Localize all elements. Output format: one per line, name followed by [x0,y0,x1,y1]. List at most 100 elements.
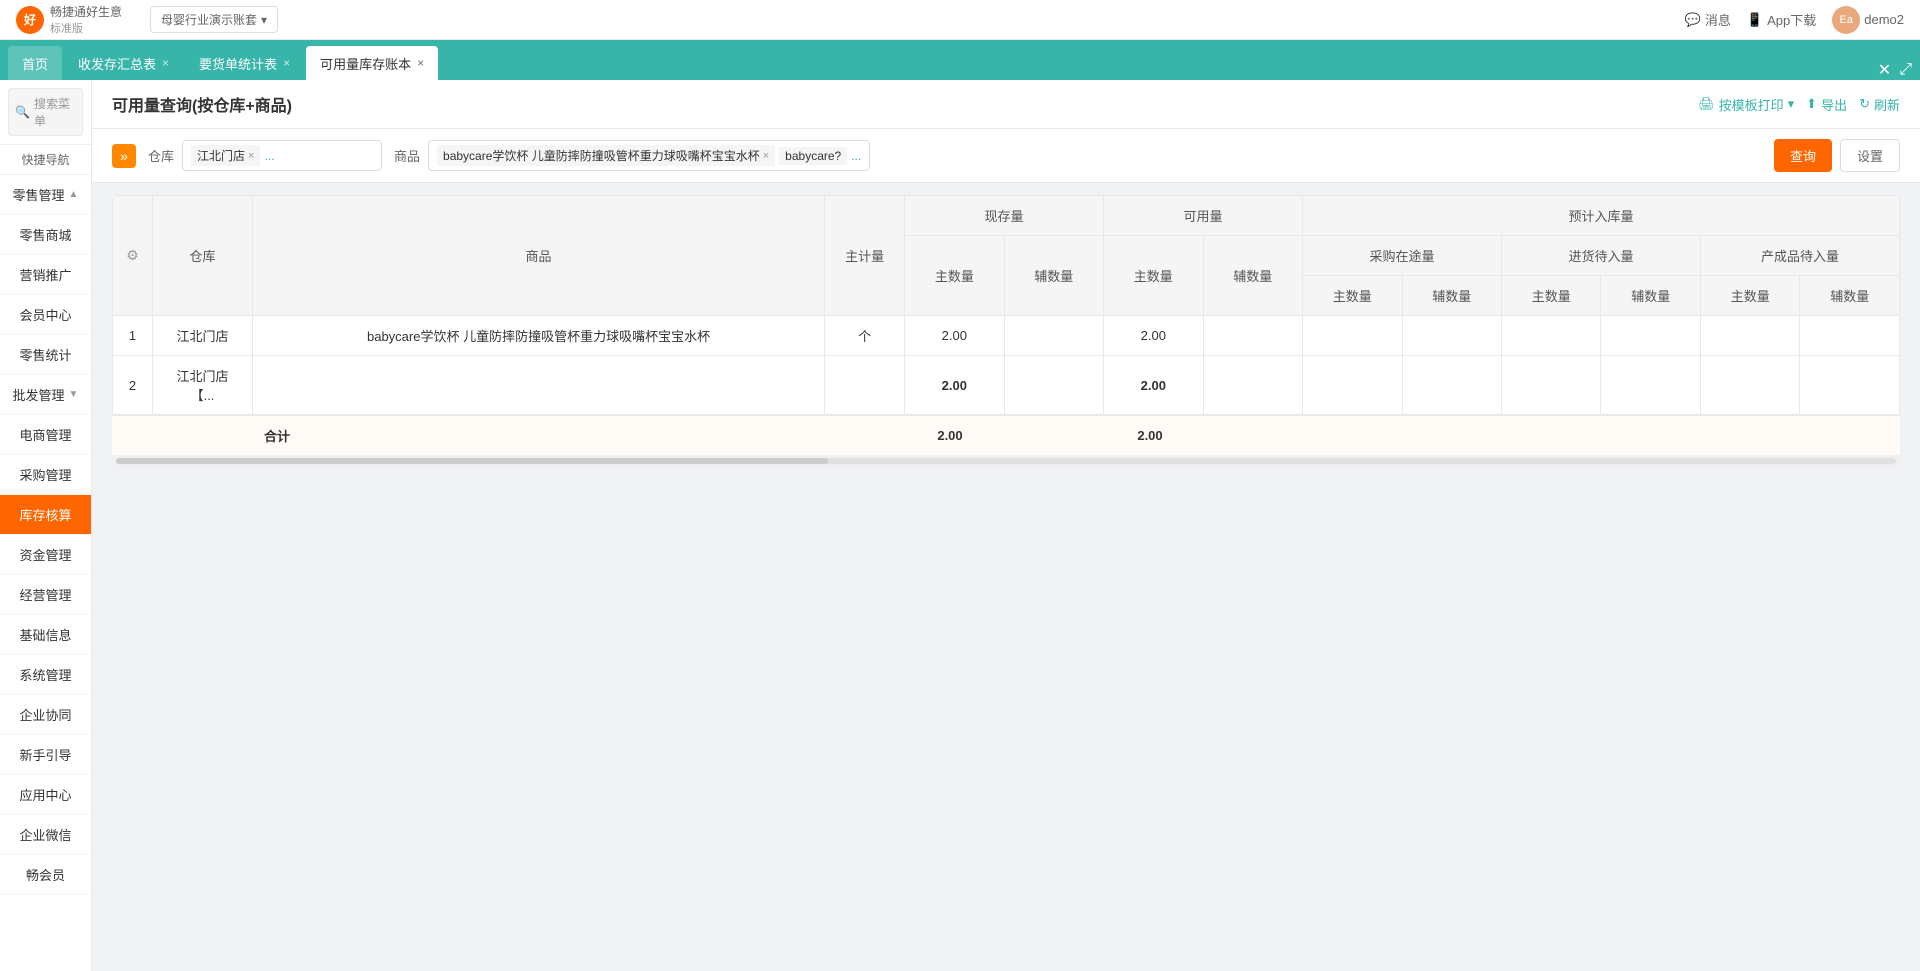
th-purchased-in-transit: 采购在途量 [1303,236,1502,276]
sidebar-item-enterprise-wechat[interactable]: 企业微信 [0,815,91,855]
chang-member-label: 畅会员 [26,865,65,884]
cell-index-1: 1 [113,316,153,356]
available-stock-tab-label: 可用量库存账本 [320,54,411,73]
cell-product-1: babycare学饮杯 儿童防摔防撞吸管杯重力球吸嘴杯宝宝水杯 [253,316,825,356]
cell-unit-1: 个 [825,316,905,356]
close-receive-send-tab[interactable]: × [162,56,169,70]
cell-index-2: 2 [113,356,153,415]
th-stock-main: 主数量 [905,236,1004,316]
template-selector-text: 母婴行业演示账套 [161,11,257,28]
th-stock-aux: 辅数量 [1004,236,1103,316]
sidebar-item-new-guide[interactable]: 新手引导 [0,735,91,775]
export-label: 导出 [1821,95,1847,114]
sidebar-item-system-mgmt[interactable]: 系统管理 [0,655,91,695]
sidebar-item-basic-info[interactable]: 基础信息 [0,615,91,655]
filter-expand-btn[interactable]: » [112,144,136,168]
inventory-check-label: 库存核算 [19,505,71,524]
close-all-tabs-icon[interactable]: ✕ [1878,60,1891,80]
sidebar-item-retail-stats[interactable]: 零售统计 [0,335,91,375]
warehouse-filter-input[interactable]: 江北门店 × ... [182,140,382,171]
basic-info-label: 基础信息 [19,625,71,644]
close-requisition-stats-tab[interactable]: × [283,56,290,70]
nav-tabs: 首页 收发存汇总表 × 要货单统计表 × 可用量库存账本 × ✕ ⤢ [0,40,1920,80]
th-goods-aux: 辅数量 [1601,276,1700,316]
enterprise-collab-label: 企业协同 [19,705,71,724]
sidebar-item-inventory-check[interactable]: 库存核算 [0,495,91,535]
app-sub: 标准版 [50,20,122,36]
quick-nav-btn[interactable]: 快捷导航 [0,145,91,175]
cell-stock-main-1: 2.00 [905,316,1004,356]
filter-bar: » 仓库 江北门店 × ... 商品 babycare学饮杯 儿童防摔防撞吸管杯… [92,129,1920,183]
scrollbar-thumb[interactable] [116,458,828,464]
sidebar-item-app-center[interactable]: 应用中心 [0,775,91,815]
sidebar-item-retail-mgmt[interactable]: 零售管理 ▲ [0,175,91,215]
scrollbar-track [116,458,1896,464]
settings-btn[interactable]: 设置 [1840,139,1900,172]
footer-available-main: 2.00 [1100,428,1200,443]
cell-warehouse-2: 江北门店【... [153,356,253,415]
app-download-btn[interactable]: 📱 App下载 [1747,10,1816,29]
ecommerce-mgmt-label: 电商管理 [19,425,71,444]
cell-goods-main-1 [1501,316,1600,356]
th-purchased-main: 主数量 [1303,276,1402,316]
sidebar-item-purchase-mgmt[interactable]: 采购管理 [0,455,91,495]
remove-product-tag-1[interactable]: × [763,150,769,162]
th-products-pending: 产成品待入量 [1700,236,1899,276]
message-icon: 💬 [1685,12,1701,28]
tab-receive-send[interactable]: 收发存汇总表 × [64,46,183,80]
product-more-btn[interactable]: ... [851,149,861,163]
sidebar-item-ecommerce-mgmt[interactable]: 电商管理 [0,415,91,455]
new-guide-label: 新手引导 [19,745,71,764]
user-area[interactable]: Ea demo2 [1832,6,1904,34]
remove-warehouse-tag[interactable]: × [248,150,254,162]
table-settings-icon[interactable]: ⚙ [126,247,139,263]
app-download-label: App下载 [1767,10,1816,29]
tab-requisition-stats[interactable]: 要货单统计表 × [185,46,304,80]
refresh-btn[interactable]: ↻ 刷新 [1859,95,1900,114]
warehouse-tag-text: 江北门店 [197,147,245,164]
main-layout: 🔍 搜索菜单 快捷导航 零售管理 ▲ 零售商城 营销推广 会员中心 零售统计 批… [0,80,1920,971]
download-icon: 📱 [1747,12,1763,28]
search-menu-btn[interactable]: 🔍 搜索菜单 [8,88,83,136]
template-print-btn[interactable]: 🖨 按模板打印 ▾ [1698,95,1794,114]
sidebar-item-member-center[interactable]: 会员中心 [0,295,91,335]
product-filter-input[interactable]: babycare学饮杯 儿童防摔防撞吸管杯重力球吸嘴杯宝宝水杯 × babyca… [428,140,870,171]
sidebar-item-finance-mgmt[interactable]: 资金管理 [0,535,91,575]
cell-unit-2 [825,356,905,415]
system-mgmt-label: 系统管理 [19,665,71,684]
app-center-label: 应用中心 [19,785,71,804]
sidebar-item-marketing[interactable]: 营销推广 [0,255,91,295]
sidebar-item-wholesale-mgmt[interactable]: 批发管理 ▼ [0,375,91,415]
export-btn[interactable]: ⬆ 导出 [1806,95,1847,114]
table-row: 2 江北门店【... 2.00 2.00 [113,356,1900,415]
sidebar-item-enterprise-collab[interactable]: 企业协同 [0,695,91,735]
sidebar-item-retail-shop[interactable]: 零售商城 [0,215,91,255]
cell-products-aux-2 [1800,356,1900,415]
marketing-label: 营销推广 [19,265,71,284]
close-available-stock-tab[interactable]: × [417,56,424,70]
refresh-icon: ↻ [1859,96,1870,112]
page-header: 可用量查询(按仓库+商品) 🖨 按模板打印 ▾ ⬆ 导出 ↻ 刷新 [92,80,1920,129]
header-actions: 🖨 按模板打印 ▾ ⬆ 导出 ↻ 刷新 [1698,95,1900,114]
query-btn[interactable]: 查询 [1774,139,1832,172]
sidebar-item-operation-mgmt[interactable]: 经营管理 [0,575,91,615]
tab-home[interactable]: 首页 [8,46,62,80]
sidebar-item-chang-member[interactable]: 畅会员 [0,855,91,895]
template-selector[interactable]: 母婴行业演示账套 ▾ [150,6,278,33]
search-icon: 🔍 [15,105,30,119]
sidebar-search-area: 🔍 搜索菜单 [0,80,91,145]
cell-stock-main-2: 2.00 [905,356,1004,415]
tab-available-stock[interactable]: 可用量库存账本 × [306,46,438,80]
footer-stock-main: 2.00 [900,428,1000,443]
table-area: ⚙ 仓库 商品 主计量 现存量 可用量 预计入库量 主数量 辅数量 [92,183,1920,971]
cell-purchased-aux-1 [1402,316,1501,356]
cell-product-2 [253,356,825,415]
app-name: 畅捷通好生意 [50,3,122,20]
warehouse-more-btn[interactable]: ... [264,149,274,163]
horizontal-scrollbar[interactable] [112,455,1900,467]
th-available-aux: 辅数量 [1203,236,1302,316]
th-stock-group: 现存量 [905,196,1104,236]
message-btn[interactable]: 💬 消息 [1685,10,1731,29]
expand-icon[interactable]: ⤢ [1899,61,1912,79]
requisition-stats-tab-label: 要货单统计表 [199,54,277,73]
